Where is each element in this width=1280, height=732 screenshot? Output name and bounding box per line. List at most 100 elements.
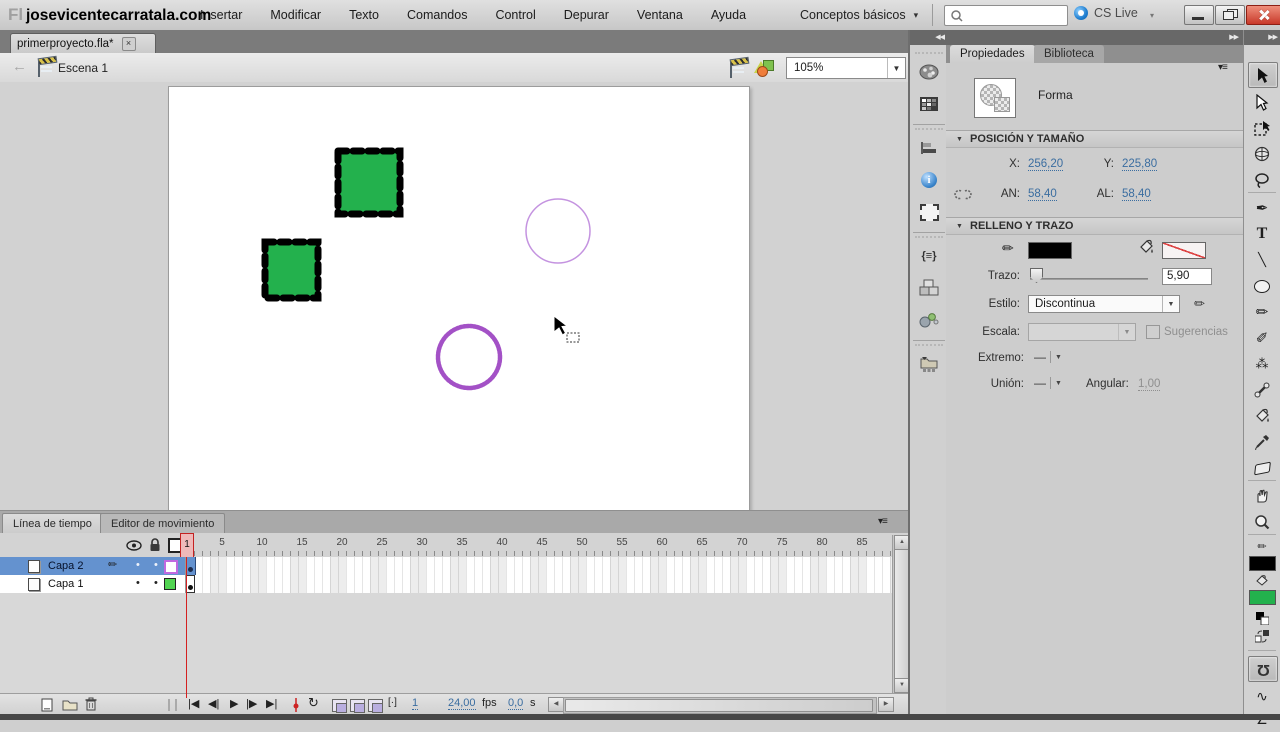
collapse-dock-icon[interactable]: ◀◀ [910, 30, 948, 45]
goto-first-frame-button[interactable]: |◀ [188, 697, 199, 710]
x-value[interactable]: 256,20 [1028, 158, 1064, 171]
selection-tool[interactable] [1248, 62, 1278, 88]
goto-last-frame-button[interactable]: ▶| [266, 697, 277, 710]
pasteboard[interactable] [0, 82, 908, 510]
lasso-tool[interactable] [1248, 168, 1276, 192]
motion-presets-panel-icon[interactable] [916, 308, 942, 332]
timeline-vertical-scrollbar[interactable]: ▲ ▼ [892, 535, 910, 693]
green-square-2[interactable] [261, 238, 322, 302]
search-input[interactable] [967, 7, 1067, 24]
layer-visible-dot[interactable]: • [136, 577, 140, 589]
swap-colors-icon[interactable] [1248, 628, 1276, 644]
straighten-option[interactable]: ∠ [1248, 708, 1276, 732]
horizontal-scrollbar[interactable] [563, 697, 877, 714]
oval-tool[interactable] [1248, 274, 1276, 298]
default-colors-icon[interactable] [1248, 610, 1276, 626]
hscroll-thumb[interactable] [565, 699, 873, 712]
layer-frames[interactable] [186, 557, 892, 576]
menu-item[interactable]: Ventana [623, 8, 697, 22]
smooth-option[interactable]: ∿ [1248, 684, 1276, 708]
layer-name[interactable]: Capa 2 [48, 560, 83, 572]
width-value[interactable]: 58,40 [1028, 188, 1057, 201]
layer-outline-color[interactable] [164, 560, 178, 574]
project-panel-icon[interactable] [916, 352, 942, 376]
eraser-tool[interactable] [1248, 456, 1276, 480]
elapsed-time-value[interactable]: 0,0 [508, 697, 524, 710]
link-width-height-icon[interactable] [954, 188, 972, 201]
menu-item[interactable]: Control [481, 8, 549, 22]
stroke-weight-value[interactable]: 5,90 [1162, 268, 1212, 285]
pencil-tool[interactable]: ✏ [1248, 300, 1276, 324]
current-frame-value[interactable]: 1 [412, 697, 419, 710]
hints-checkbox[interactable] [1146, 325, 1160, 339]
brush-tool[interactable]: ✐ [1248, 326, 1276, 350]
menu-item[interactable]: Texto [335, 8, 393, 22]
layer-name-cell[interactable]: Capa 2 ✏ • • [0, 557, 186, 576]
section-fill-stroke[interactable]: ▼ RELLENO Y TRAZO [946, 217, 1243, 235]
green-square-1[interactable] [334, 147, 404, 218]
scale-dropdown[interactable]: ▼ [1028, 323, 1136, 341]
panel-menu-icon[interactable]: ▾≡ [878, 516, 888, 527]
show-hide-layers-icon[interactable] [126, 540, 142, 551]
miter-value[interactable]: 1,00 [1138, 378, 1161, 391]
layer-frames[interactable] [186, 575, 892, 594]
modify-markers-button[interactable]: [·] [388, 697, 397, 708]
menu-item[interactable]: Modificar [256, 8, 335, 22]
panel-menu-icon[interactable]: ▾≡ [1218, 62, 1228, 73]
edit-symbol-icon[interactable] [754, 59, 774, 77]
tab-properties[interactable]: Propiedades [950, 45, 1035, 63]
cs-live-button[interactable]: CS Live [1074, 6, 1138, 20]
free-transform-tool[interactable] [1248, 116, 1276, 140]
info-panel-icon[interactable]: i [916, 168, 942, 192]
close-button[interactable] [1246, 5, 1280, 25]
stroke-color-swatch[interactable] [1028, 242, 1072, 259]
height-value[interactable]: 58,40 [1122, 188, 1151, 201]
tab-library[interactable]: Biblioteca [1034, 45, 1104, 63]
back-arrow-icon[interactable]: ← [12, 58, 27, 75]
document-tab[interactable]: primerproyecto.fla* × [10, 33, 156, 54]
tab-timeline[interactable]: Línea de tiempo [2, 513, 103, 533]
edit-stroke-style-button[interactable]: ✏ [1194, 296, 1205, 312]
new-folder-button[interactable] [62, 698, 78, 711]
layer-outline-color[interactable] [164, 578, 176, 590]
purple-circle-selected[interactable] [435, 323, 503, 391]
fill-color-swatch-none[interactable] [1162, 242, 1206, 259]
center-frame-button[interactable] [292, 698, 300, 712]
edit-scene-icon[interactable] [730, 62, 732, 78]
align-panel-icon[interactable] [916, 136, 942, 160]
hscroll-left-button[interactable]: ◀ [548, 697, 564, 712]
spray-brush-tool[interactable]: ⁂ [1248, 352, 1276, 376]
code-snippets-panel-icon[interactable]: {≡} [916, 244, 942, 268]
layer-lock-dot[interactable]: • [154, 559, 158, 571]
color-panel-icon[interactable] [916, 60, 942, 84]
subselection-tool[interactable] [1248, 90, 1276, 114]
search-box[interactable] [944, 5, 1068, 26]
3d-rotation-tool[interactable] [1248, 142, 1276, 166]
paint-bucket-tool[interactable] [1248, 404, 1276, 428]
tool-fill-color-swatch[interactable] [1249, 590, 1276, 605]
layer-row-capa1[interactable]: Capa 1 • • [0, 575, 908, 594]
delete-layer-button[interactable] [84, 696, 98, 712]
layer-name[interactable]: Capa 1 [48, 578, 83, 590]
layer-visible-dot[interactable]: • [136, 559, 140, 571]
layer-lock-dot[interactable]: • [154, 577, 158, 589]
hscroll-right-button[interactable]: ▶ [878, 697, 894, 712]
pen-tool[interactable]: ✒ [1248, 196, 1276, 220]
layer-name-cell[interactable]: Capa 1 • • [0, 575, 186, 594]
hand-tool[interactable] [1248, 484, 1276, 508]
line-tool[interactable]: ╲ [1248, 248, 1276, 272]
loop-button[interactable]: ↻ [308, 695, 319, 711]
restore-button[interactable] [1215, 5, 1245, 25]
stroke-slider-track[interactable] [1030, 278, 1148, 280]
play-button[interactable]: ▶ [230, 697, 238, 710]
y-value[interactable]: 225,80 [1122, 158, 1158, 171]
step-back-button[interactable]: ◀| [208, 697, 219, 710]
step-forward-button[interactable]: |▶ [246, 697, 257, 710]
onion-skin-outlines-button[interactable] [350, 699, 365, 713]
resize-grip[interactable] [168, 699, 177, 711]
keyframe-cell[interactable] [186, 575, 195, 593]
section-collapse-icon[interactable]: ▼ [956, 223, 963, 230]
layer-row-capa2[interactable]: Capa 2 ✏ • • [0, 557, 908, 576]
section-collapse-icon[interactable]: ▼ [956, 136, 963, 143]
swatches-panel-icon[interactable] [916, 92, 942, 116]
